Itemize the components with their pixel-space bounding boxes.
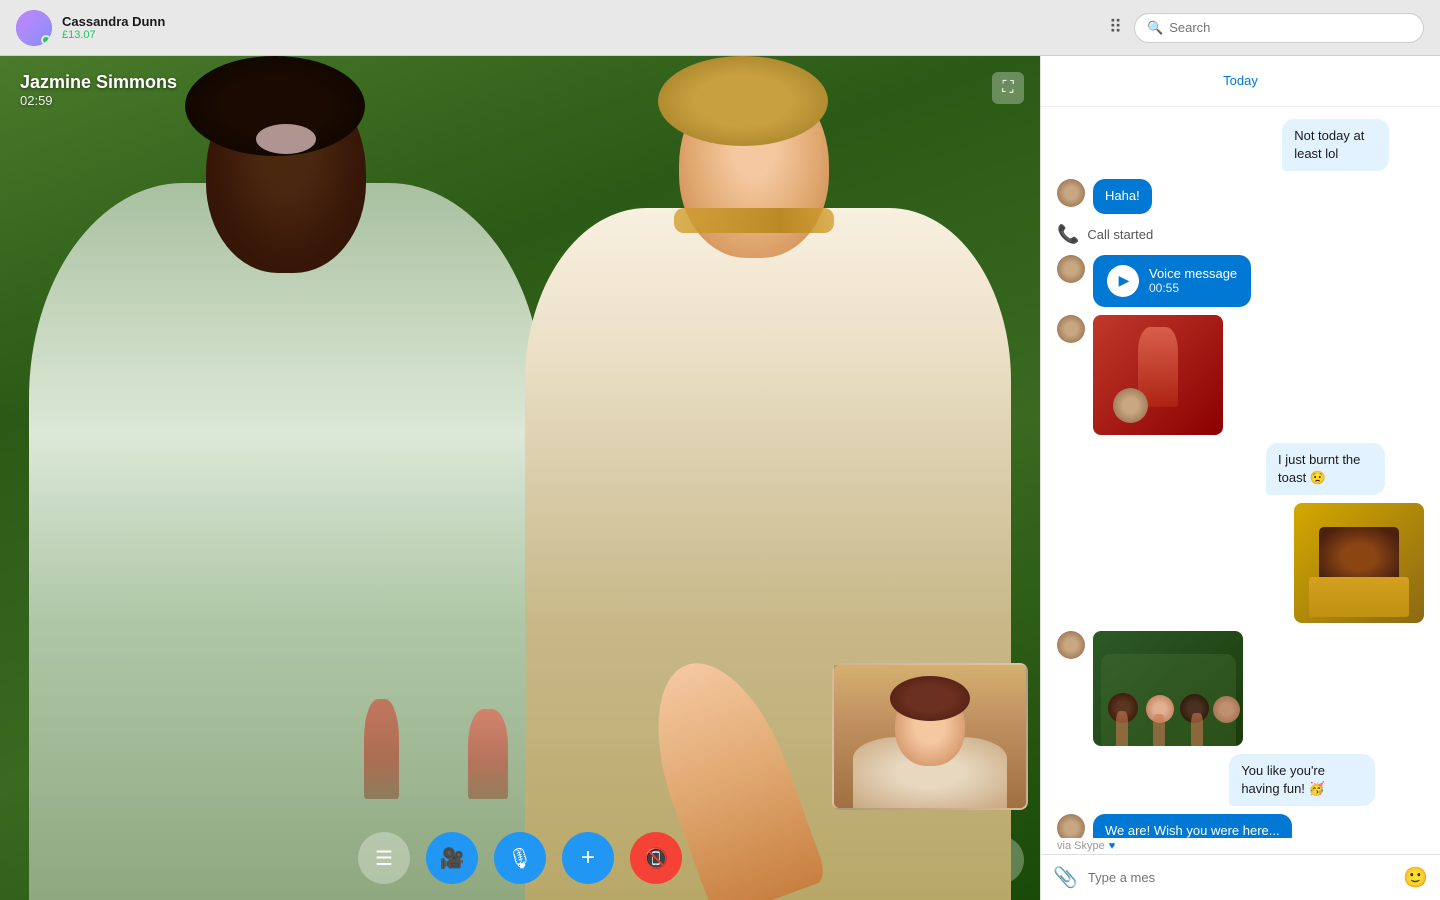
user-info-section: Cassandra Dunn £13.07 — [16, 10, 1109, 46]
list-item: Haha! — [1057, 179, 1424, 213]
status-indicator — [41, 35, 51, 45]
call-contact-name: Jazmine Simmons — [20, 72, 177, 93]
list-item — [1057, 631, 1424, 746]
emoji-button[interactable]: 🙂 — [1403, 865, 1428, 890]
user-name: Cassandra Dunn — [62, 14, 165, 29]
end-call-icon: 📵 — [644, 846, 669, 871]
message-bubble: Not today at least lol — [1282, 119, 1388, 171]
main-content: Jazmine Simmons 02:59 ⛶ ☰ — [0, 56, 1440, 900]
phone-icon: 📞 — [1057, 224, 1079, 245]
microphone-button[interactable]: 🎙 — [494, 832, 546, 884]
message-bubble: Haha! — [1093, 179, 1152, 213]
camera-button[interactable]: 🎥 — [426, 832, 478, 884]
search-bar[interactable]: 🔍 — [1134, 13, 1424, 43]
list-item: I just burnt the toast 😟 — [1266, 443, 1424, 495]
message-avatar — [1057, 255, 1085, 283]
message-avatar — [1057, 631, 1085, 659]
message-avatar — [1057, 179, 1085, 207]
video-area: Jazmine Simmons 02:59 ⛶ ☰ — [0, 56, 1040, 900]
list-item: Not today at least lol — [1282, 119, 1424, 171]
list-item — [1294, 503, 1424, 623]
list-item: You like you're having fun! 🥳 — [1229, 754, 1424, 806]
microphone-icon: 🎙 — [507, 846, 532, 871]
user-details: Cassandra Dunn £13.07 — [62, 14, 165, 41]
list-item: ▶ Voice message 00:55 — [1057, 255, 1424, 307]
chat-messages[interactable]: Not today at least lol Haha! 📞 Call star… — [1041, 107, 1440, 838]
chat-header: Today — [1041, 56, 1440, 107]
camera-icon: 🎥 — [440, 846, 465, 871]
list-item — [1057, 315, 1424, 435]
skype-via-label: via Skype ♥ — [1041, 838, 1440, 854]
message-bubble: I just burnt the toast 😟 — [1266, 443, 1384, 495]
call-contact-info: Jazmine Simmons 02:59 — [20, 72, 177, 108]
expand-button[interactable]: ⛶ — [992, 72, 1024, 104]
call-duration: 02:59 — [20, 93, 177, 108]
list-item: We are! Wish you were here... — [1057, 814, 1424, 838]
voice-message-info: Voice message 00:55 — [1149, 266, 1237, 295]
chat-image-group[interactable] — [1093, 631, 1243, 746]
play-icon: ▶ — [1119, 272, 1130, 289]
chat-image-wine[interactable] — [1093, 315, 1223, 435]
chat-input[interactable] — [1088, 870, 1393, 885]
chat-panel: Today Not today at least lol Haha! 📞 Cal… — [1040, 56, 1440, 900]
topbar: Cassandra Dunn £13.07 ⠿ 🔍 — [0, 0, 1440, 56]
chat-image-toast[interactable] — [1294, 503, 1424, 623]
chat-input-area: 📎 🙂 — [1041, 854, 1440, 900]
pip-video — [832, 663, 1028, 810]
add-icon: + — [581, 844, 595, 872]
menu-icon: ☰ — [375, 846, 393, 871]
voice-message-duration: 00:55 — [1149, 281, 1237, 295]
expand-icon: ⛶ — [1002, 79, 1013, 97]
avatar[interactable] — [16, 10, 52, 46]
voice-message-bubble[interactable]: ▶ Voice message 00:55 — [1093, 255, 1251, 307]
user-balance: £13.07 — [62, 29, 165, 41]
search-input[interactable] — [1169, 20, 1411, 35]
call-started-indicator: 📞 Call started — [1057, 222, 1424, 247]
message-avatar — [1057, 814, 1085, 838]
end-call-button[interactable]: 📵 — [630, 832, 682, 884]
message-bubble: You like you're having fun! 🥳 — [1229, 754, 1375, 806]
skype-via-text: via Skype — [1057, 840, 1105, 852]
call-started-text: Call started — [1087, 227, 1153, 242]
message-bubble: We are! Wish you were here... — [1093, 814, 1292, 838]
search-icon: 🔍 — [1147, 20, 1163, 36]
message-avatar — [1057, 315, 1085, 343]
skype-heart-icon: ♥ — [1109, 840, 1116, 852]
add-participant-button[interactable]: + — [562, 832, 614, 884]
play-button[interactable]: ▶ — [1107, 265, 1139, 297]
voice-message-label: Voice message — [1149, 266, 1237, 281]
grid-icon[interactable]: ⠿ — [1109, 17, 1122, 38]
menu-button[interactable]: ☰ — [358, 832, 410, 884]
attach-button[interactable]: 📎 — [1053, 865, 1078, 890]
call-controls: ☰ 🎥 🎙 + 📵 — [358, 832, 682, 884]
chat-date: Today — [1223, 73, 1258, 88]
